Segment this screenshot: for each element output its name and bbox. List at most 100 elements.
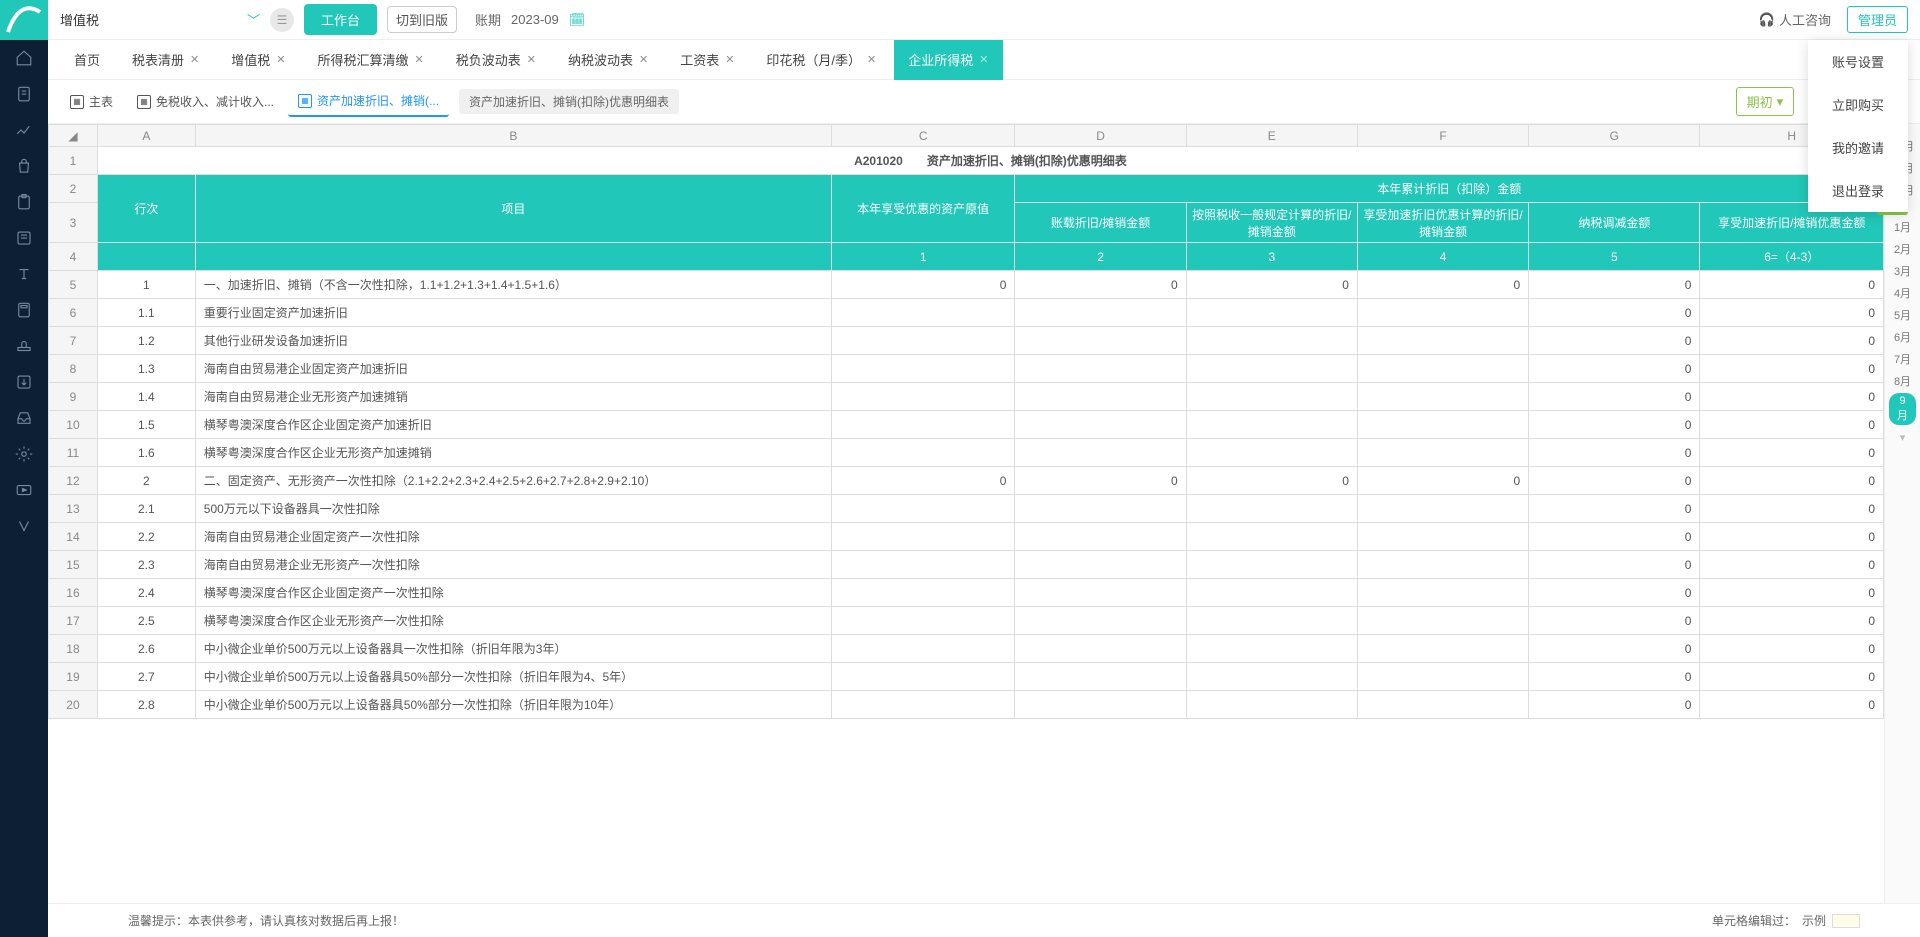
cell[interactable]: 1.1 [97, 299, 195, 327]
cell[interactable] [1357, 383, 1528, 411]
cell[interactable] [1186, 663, 1357, 691]
cell[interactable]: 其他行业研发设备加速折旧 [195, 327, 831, 355]
cell[interactable] [831, 439, 1015, 467]
cell[interactable] [1186, 523, 1357, 551]
calendar-icon[interactable]: 🗓 [569, 12, 586, 28]
cell[interactable]: 0 [1700, 327, 1884, 355]
cell[interactable]: 0 [1700, 607, 1884, 635]
user-menu-item[interactable]: 立即购买 [1808, 83, 1908, 126]
cell[interactable]: 0 [1700, 299, 1884, 327]
cell[interactable] [1015, 327, 1186, 355]
cell[interactable]: 0 [1700, 635, 1884, 663]
cell[interactable]: 0 [1357, 271, 1528, 299]
cell[interactable]: 0 [1700, 355, 1884, 383]
cell[interactable]: 0 [1700, 579, 1884, 607]
cell[interactable]: 0 [1700, 691, 1884, 719]
cell[interactable]: 海南自由贸易港企业无形资产加速摊销 [195, 383, 831, 411]
close-icon[interactable]: ✕ [979, 53, 988, 66]
cell[interactable]: 0 [831, 467, 1015, 495]
row-header[interactable]: 2 [49, 175, 98, 203]
nav-clipboard-icon[interactable] [0, 184, 48, 220]
cell[interactable]: 0 [1529, 663, 1700, 691]
cell[interactable] [1015, 439, 1186, 467]
close-icon[interactable]: ✕ [639, 53, 648, 66]
tab[interactable]: 税负波动表✕ [442, 40, 550, 80]
cell[interactable] [1357, 551, 1528, 579]
row-header[interactable]: 1 [49, 147, 98, 175]
cell[interactable] [1015, 411, 1186, 439]
nav-chart-icon[interactable] [0, 112, 48, 148]
user-menu-item[interactable]: 账号设置 [1808, 40, 1908, 83]
cell[interactable]: 2.8 [97, 691, 195, 719]
cell[interactable] [1186, 691, 1357, 719]
corner-cell[interactable]: ◢ [49, 125, 98, 147]
cell[interactable] [831, 299, 1015, 327]
nav-doc-icon[interactable] [0, 76, 48, 112]
status-dropdown[interactable]: 期初 ▾ [1736, 87, 1795, 116]
row-header[interactable]: 6 [49, 299, 98, 327]
cell[interactable]: 0 [1529, 299, 1700, 327]
close-icon[interactable]: ✕ [276, 53, 285, 66]
close-icon[interactable]: ✕ [190, 53, 199, 66]
cell[interactable] [1186, 383, 1357, 411]
nav-settings-icon[interactable] [0, 436, 48, 472]
close-icon[interactable]: ✕ [867, 53, 876, 66]
row-header[interactable]: 5 [49, 271, 98, 299]
cell[interactable]: 横琴粤澳深度合作区企业固定资产加速折旧 [195, 411, 831, 439]
cell[interactable]: 0 [1529, 355, 1700, 383]
col-header[interactable]: C [831, 125, 1015, 147]
cell[interactable]: 中小微企业单价500万元以上设备器具50%部分一次性扣除（折旧年限为10年） [195, 691, 831, 719]
tab[interactable]: 纳税波动表✕ [554, 40, 662, 80]
cell[interactable]: 0 [1529, 327, 1700, 355]
cell[interactable]: 1.2 [97, 327, 195, 355]
cell[interactable] [831, 551, 1015, 579]
tab[interactable]: 企业所得税✕ [894, 40, 1002, 80]
cell[interactable]: 0 [1186, 271, 1357, 299]
cell[interactable] [1357, 299, 1528, 327]
row-header[interactable]: 19 [49, 663, 98, 691]
cell[interactable] [1186, 439, 1357, 467]
nav-home-icon[interactable] [0, 40, 48, 76]
cell[interactable] [1015, 299, 1186, 327]
col-header[interactable]: A [97, 125, 195, 147]
cell[interactable]: 2.6 [97, 635, 195, 663]
cell[interactable]: 横琴粤澳深度合作区企业固定资产一次性扣除 [195, 579, 831, 607]
cell[interactable]: 一、加速折旧、摊销（不含一次性扣除，1.1+1.2+1.3+1.4+1.5+1.… [195, 271, 831, 299]
cell[interactable]: 中小微企业单价500万元以上设备器具50%部分一次性扣除（折旧年限为4、5年） [195, 663, 831, 691]
cell[interactable] [1015, 663, 1186, 691]
cell[interactable]: 2 [97, 467, 195, 495]
row-header[interactable]: 11 [49, 439, 98, 467]
cell[interactable]: 0 [1529, 523, 1700, 551]
cell[interactable]: 2.1 [97, 495, 195, 523]
cell[interactable] [831, 327, 1015, 355]
cell[interactable] [831, 523, 1015, 551]
month-item[interactable]: 7月 [1885, 349, 1920, 369]
support-link[interactable]: 🎧 人工咨询 [1759, 10, 1831, 29]
cell[interactable]: 重要行业固定资产加速折旧 [195, 299, 831, 327]
cell[interactable]: 0 [831, 271, 1015, 299]
cell[interactable] [1015, 607, 1186, 635]
cell[interactable] [1015, 383, 1186, 411]
cell[interactable] [1015, 691, 1186, 719]
close-icon[interactable]: ✕ [415, 53, 424, 66]
month-item[interactable]: 9月 [1889, 393, 1916, 425]
cell[interactable]: 0 [1529, 579, 1700, 607]
tab[interactable]: 增值税✕ [217, 40, 299, 80]
row-header[interactable]: 13 [49, 495, 98, 523]
cell[interactable] [1357, 691, 1528, 719]
cell[interactable]: 2.4 [97, 579, 195, 607]
cell[interactable]: 0 [1700, 663, 1884, 691]
cell[interactable]: 0 [1529, 411, 1700, 439]
cell[interactable]: 0 [1529, 495, 1700, 523]
cell[interactable]: 二、固定资产、无形资产一次性扣除（2.1+2.2+2.3+2.4+2.5+2.6… [195, 467, 831, 495]
cell[interactable]: 2.3 [97, 551, 195, 579]
cell[interactable] [1186, 299, 1357, 327]
cell[interactable] [1186, 355, 1357, 383]
row-header[interactable]: 12 [49, 467, 98, 495]
cell[interactable]: 横琴粤澳深度合作区企业无形资产加速摊销 [195, 439, 831, 467]
row-header[interactable]: 18 [49, 635, 98, 663]
nav-inbox-icon[interactable] [0, 400, 48, 436]
cell[interactable] [831, 663, 1015, 691]
cell[interactable]: 0 [1700, 495, 1884, 523]
cell[interactable] [831, 691, 1015, 719]
